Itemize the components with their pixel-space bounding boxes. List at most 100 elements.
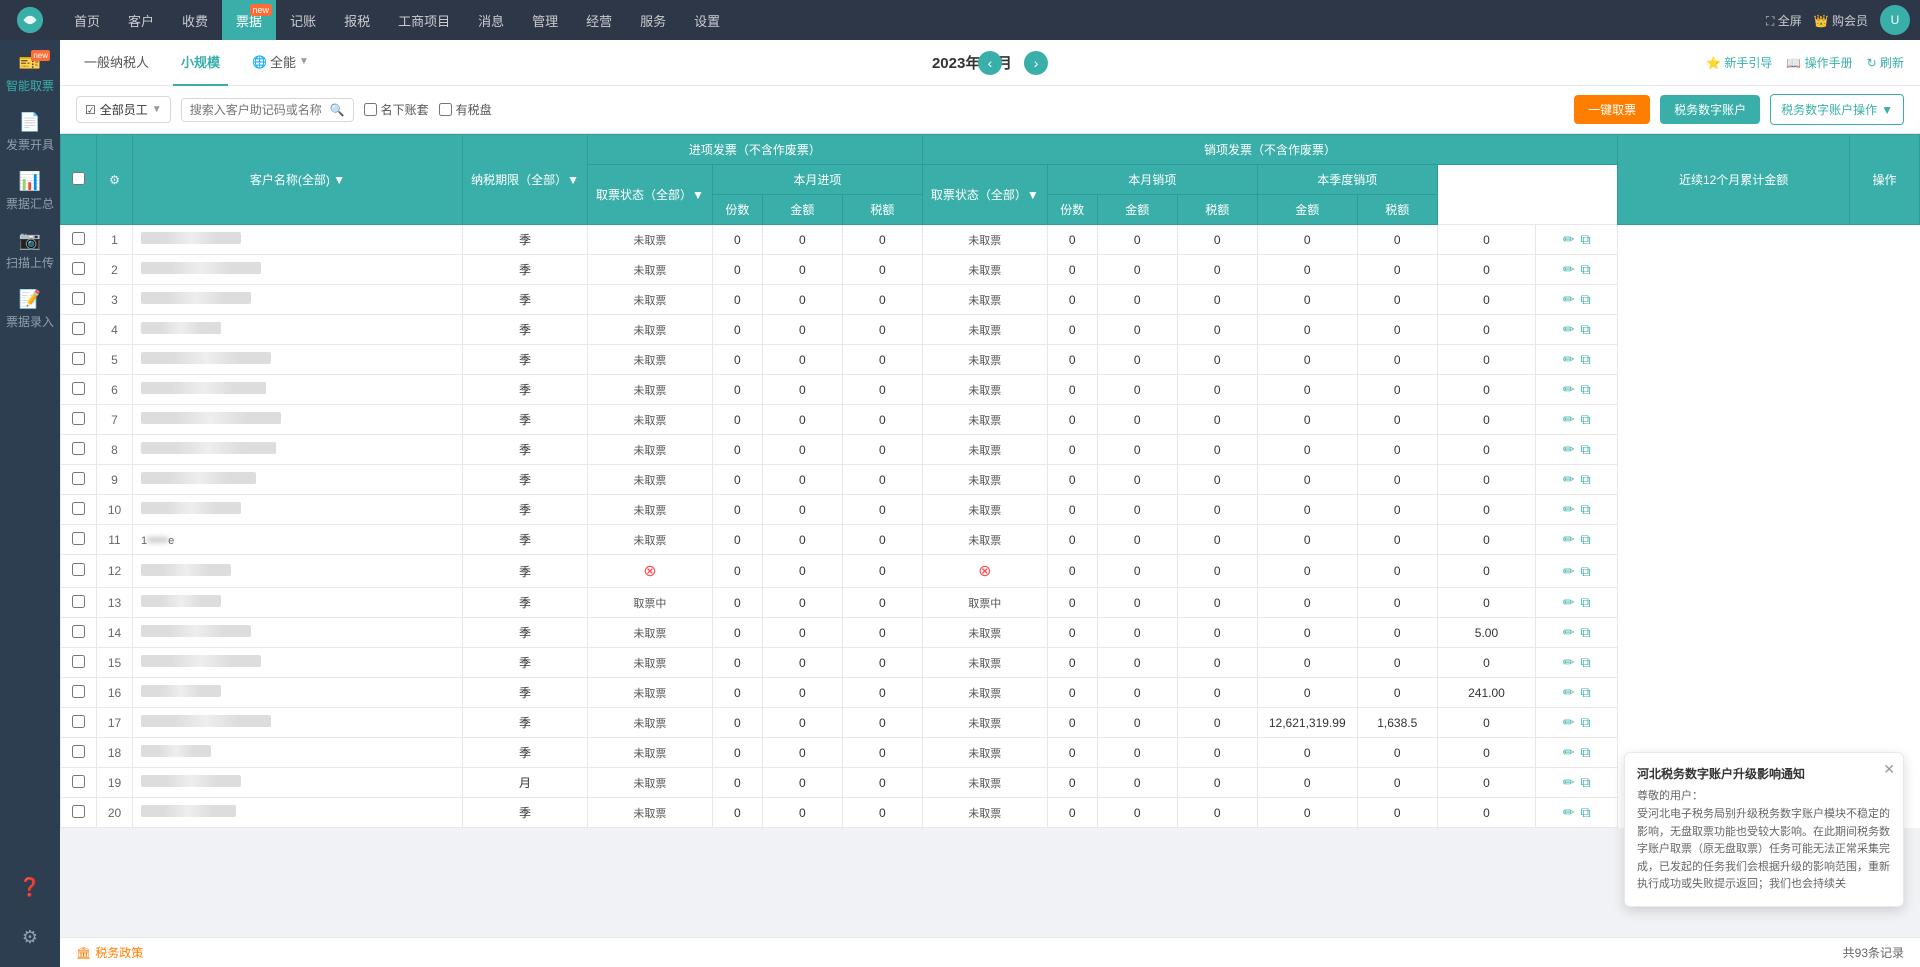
nav-item-accounting[interactable]: 记账 — [276, 0, 330, 40]
settings-icon[interactable]: ⚙ — [109, 173, 120, 187]
edit-icon[interactable]: ✏ — [1563, 804, 1575, 821]
sidebar-item-scan[interactable]: 📷 扫描上传 — [2, 222, 58, 279]
sidebar-item-help[interactable]: ❓ — [2, 869, 58, 909]
tab-small-scale[interactable]: 小规模 — [173, 40, 228, 86]
copy-icon[interactable]: ⧉ — [1581, 321, 1591, 338]
row-checkbox-cell[interactable] — [61, 375, 97, 405]
search-input[interactable] — [190, 103, 330, 117]
copy-icon[interactable]: ⧉ — [1581, 471, 1591, 488]
row-checkbox-cell[interactable] — [61, 768, 97, 798]
row-checkbox-cell[interactable] — [61, 345, 97, 375]
copy-icon[interactable]: ⧉ — [1581, 231, 1591, 248]
row-checkbox[interactable] — [72, 625, 85, 638]
notification-close-btn[interactable]: ✕ — [1883, 761, 1895, 778]
tab-all[interactable]: 🌐 全能 ▼ — [244, 40, 317, 86]
edit-icon[interactable]: ✏ — [1563, 563, 1575, 580]
row-checkbox[interactable] — [72, 442, 85, 455]
nav-item-operation[interactable]: 经营 — [572, 0, 626, 40]
row-checkbox-cell[interactable] — [61, 285, 97, 315]
row-checkbox[interactable] — [72, 352, 85, 365]
nav-item-settings[interactable]: 设置 — [680, 0, 734, 40]
btn-quick-invoice[interactable]: 一键取票 — [1574, 95, 1650, 124]
prev-month-btn[interactable]: ‹ — [978, 51, 1002, 75]
edit-icon[interactable]: ✏ — [1563, 654, 1575, 671]
copy-icon[interactable]: ⧉ — [1581, 441, 1591, 458]
edit-icon[interactable]: ✏ — [1563, 261, 1575, 278]
checkbox-subledger[interactable]: 名下账套 — [364, 101, 429, 118]
edit-icon[interactable]: ✏ — [1563, 231, 1575, 248]
sidebar-item-smart-invoice[interactable]: 🎫 智能取票 new — [2, 45, 58, 102]
edit-icon[interactable]: ✏ — [1563, 411, 1575, 428]
copy-icon[interactable]: ⧉ — [1581, 624, 1591, 641]
row-checkbox-cell[interactable] — [61, 225, 97, 255]
edit-icon[interactable]: ✏ — [1563, 684, 1575, 701]
copy-icon[interactable]: ⧉ — [1581, 684, 1591, 701]
sidebar-item-settings[interactable]: ⚙ — [2, 919, 58, 959]
copy-icon[interactable]: ⧉ — [1581, 714, 1591, 731]
edit-icon[interactable]: ✏ — [1563, 321, 1575, 338]
row-checkbox-cell[interactable] — [61, 648, 97, 678]
checkbox-tax-disk[interactable]: 有税盘 — [439, 101, 492, 118]
row-checkbox[interactable] — [72, 745, 85, 758]
nav-item-invoice[interactable]: 票据 new — [222, 0, 276, 40]
row-checkbox[interactable] — [72, 292, 85, 305]
nav-item-manage[interactable]: 管理 — [518, 0, 572, 40]
row-checkbox-cell[interactable] — [61, 435, 97, 465]
row-checkbox[interactable] — [72, 322, 85, 335]
nav-item-customer[interactable]: 客户 — [114, 0, 168, 40]
row-checkbox-cell[interactable] — [61, 555, 97, 588]
row-checkbox-cell[interactable] — [61, 738, 97, 768]
copy-icon[interactable]: ⧉ — [1581, 291, 1591, 308]
copy-icon[interactable]: ⧉ — [1581, 654, 1591, 671]
copy-icon[interactable]: ⧉ — [1581, 411, 1591, 428]
edit-icon[interactable]: ✏ — [1563, 441, 1575, 458]
copy-icon[interactable]: ⧉ — [1581, 744, 1591, 761]
copy-icon[interactable]: ⧉ — [1581, 563, 1591, 580]
search-icon[interactable]: 🔍 — [330, 103, 345, 117]
nav-item-tax[interactable]: 报税 — [330, 0, 384, 40]
tab-general-taxpayer[interactable]: 一般纳税人 — [76, 40, 157, 86]
row-checkbox-cell[interactable] — [61, 708, 97, 738]
copy-icon[interactable]: ⧉ — [1581, 594, 1591, 611]
logo[interactable] — [10, 0, 50, 40]
row-checkbox-cell[interactable] — [61, 798, 97, 828]
row-checkbox-cell[interactable] — [61, 588, 97, 618]
copy-icon[interactable]: ⧉ — [1581, 261, 1591, 278]
edit-icon[interactable]: ✏ — [1563, 744, 1575, 761]
avatar[interactable]: U — [1880, 5, 1910, 35]
edit-icon[interactable]: ✏ — [1563, 531, 1575, 548]
nav-item-business[interactable]: 工商项目 — [384, 0, 464, 40]
row-checkbox[interactable] — [72, 595, 85, 608]
select-all-checkbox[interactable] — [72, 172, 85, 185]
btn-tax-digital[interactable]: 税务数字账户 — [1660, 95, 1760, 124]
sidebar-item-entry[interactable]: 📝 票据录入 — [2, 281, 58, 338]
row-checkbox[interactable] — [72, 502, 85, 515]
row-checkbox-cell[interactable] — [61, 525, 97, 555]
copy-icon[interactable]: ⧉ — [1581, 501, 1591, 518]
sidebar-item-issue-invoice[interactable]: 📄 发票开具 — [2, 104, 58, 161]
row-checkbox-cell[interactable] — [61, 405, 97, 435]
row-checkbox[interactable] — [72, 232, 85, 245]
row-checkbox[interactable] — [72, 685, 85, 698]
row-checkbox[interactable] — [72, 775, 85, 788]
nav-item-message[interactable]: 消息 — [464, 0, 518, 40]
row-checkbox[interactable] — [72, 412, 85, 425]
row-checkbox[interactable] — [72, 262, 85, 275]
edit-icon[interactable]: ✏ — [1563, 594, 1575, 611]
copy-icon[interactable]: ⧉ — [1581, 774, 1591, 791]
row-checkbox[interactable] — [72, 805, 85, 818]
nav-item-fee[interactable]: 收费 — [168, 0, 222, 40]
btn-member[interactable]: 👑 购会员 — [1814, 12, 1868, 29]
row-checkbox-cell[interactable] — [61, 255, 97, 285]
row-checkbox[interactable] — [72, 715, 85, 728]
btn-refresh[interactable]: ↻ 刷新 — [1867, 54, 1904, 71]
row-checkbox[interactable] — [72, 655, 85, 668]
row-checkbox-cell[interactable] — [61, 678, 97, 708]
row-checkbox-cell[interactable] — [61, 495, 97, 525]
edit-icon[interactable]: ✏ — [1563, 714, 1575, 731]
row-checkbox[interactable] — [72, 382, 85, 395]
nav-item-service[interactable]: 服务 — [626, 0, 680, 40]
edit-icon[interactable]: ✏ — [1563, 501, 1575, 518]
row-checkbox-cell[interactable] — [61, 315, 97, 345]
employee-filter[interactable]: ☑ 全部员工 ▼ — [76, 96, 171, 123]
